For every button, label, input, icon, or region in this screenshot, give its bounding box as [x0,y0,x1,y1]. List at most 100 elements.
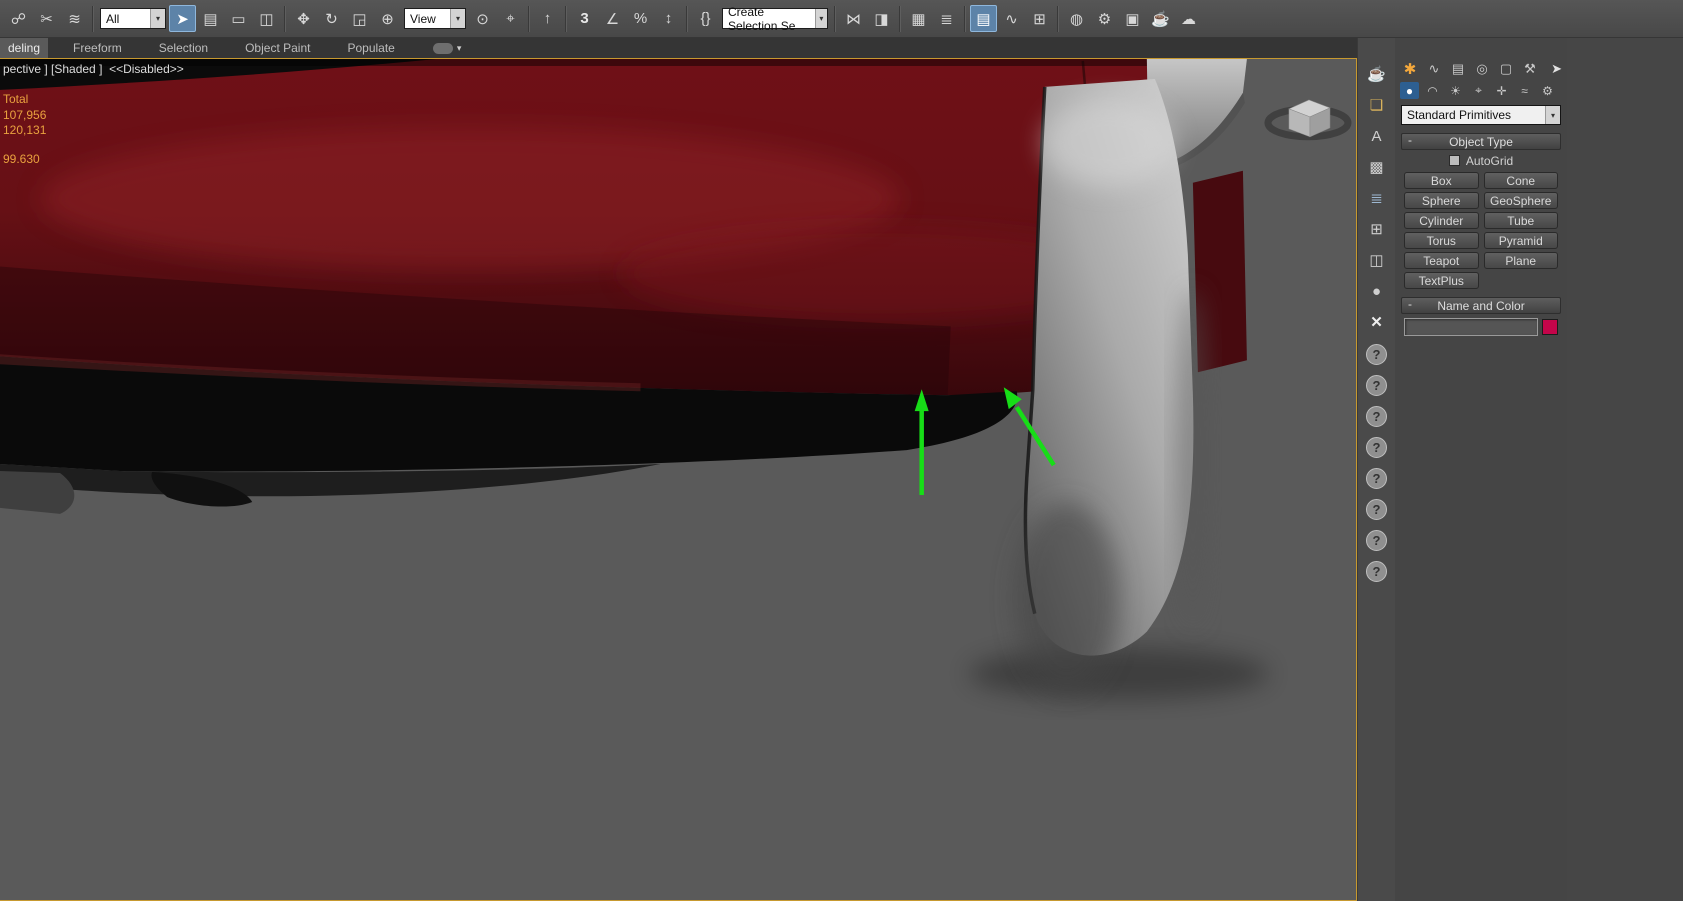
tab-object-paint[interactable]: Object Paint [240,38,315,58]
rollout-title: Object Type [1449,134,1513,149]
subtab-helpers[interactable]: ✛ [1492,82,1511,99]
selection-region-button[interactable]: ▭ [225,5,252,32]
object-color-swatch[interactable] [1542,319,1558,335]
spinner-snap-toggle[interactable]: ↕ [655,5,682,32]
object-type-rollout-body: AutoGrid Box Cone Sphere GeoSphere Cylin… [1401,150,1561,294]
help-icon[interactable]: ? [1366,375,1387,396]
torus-button[interactable]: Torus [1404,232,1479,249]
viewport-label[interactable]: pective ] [Shaded ] <<Disabled>> [3,62,184,76]
viewport-canvas[interactable] [0,59,1356,900]
tab-populate[interactable]: Populate [342,38,399,58]
pyramid-button[interactable]: Pyramid [1483,232,1558,249]
select-and-place-button[interactable]: ⊕ [374,5,401,32]
stats-fps-value: 99.630 [3,151,40,166]
plane-button[interactable]: Plane [1483,252,1558,269]
array-grid-icon[interactable]: ⊞ [1365,217,1389,241]
help-icon[interactable]: ? [1366,468,1387,489]
object-type-rollout-header[interactable]: - Object Type [1401,133,1561,150]
select-and-rotate-button[interactable]: ↻ [318,5,345,32]
perspective-viewport[interactable]: pective ] [Shaded ] <<Disabled>> Total 1… [0,58,1357,901]
percent-snap-toggle[interactable]: % [627,5,654,32]
ribbon-toggle-button[interactable]: ▤ [970,5,997,32]
use-center-button[interactable]: ⊙ [469,5,496,32]
selection-filter-dropdown[interactable]: All ▾ [100,8,166,29]
panel-arrow-icon[interactable]: ➤ [1551,61,1562,77]
tab-modify[interactable]: ∿ [1424,60,1444,78]
selection-set-combobox[interactable]: Create Selection Se ▾ [722,5,828,33]
name-and-color-rollout-header[interactable]: - Name and Color [1401,297,1561,314]
tab-motion[interactable]: ◎ [1472,60,1492,78]
primitive-category-dropdown[interactable]: Standard Primitives ▾ [1401,105,1561,125]
help-icon[interactable]: ? [1366,406,1387,427]
tab-modeling[interactable]: deling [0,38,49,58]
schematic-view-button[interactable]: ⊞ [1026,5,1053,32]
teapot-icon[interactable]: ☕ [1365,62,1389,86]
subtab-space-warps[interactable]: ≈ [1515,82,1534,99]
help-icon[interactable]: ? [1366,530,1387,551]
layer-manager-button[interactable]: ≣ [933,5,960,32]
ribbon-minimize-control[interactable]: ▾ [432,42,461,54]
object-name-input[interactable] [1404,318,1538,336]
curve-editor-button[interactable]: ∿ [998,5,1025,32]
material-editor-button[interactable]: ◍ [1063,5,1090,32]
checker-icon[interactable]: ▩ [1365,155,1389,179]
window-crossing-toggle[interactable]: ◫ [253,5,280,32]
textplus-button[interactable]: TextPlus [1404,272,1479,289]
named-selection-sets-button[interactable]: {} [692,5,719,32]
render-production-button[interactable]: ☕ [1147,5,1174,32]
delete-x-icon[interactable]: ✕ [1365,310,1389,334]
select-and-manipulate-button[interactable]: ⌖ [497,5,524,32]
layers-icon[interactable]: ≣ [1365,186,1389,210]
viewport-statistics: Total 107,956 120,131 99.630 [3,92,46,167]
tab-create[interactable]: ✱ [1400,60,1420,78]
group-objects-icon[interactable]: ◫ [1365,248,1389,272]
snap-toggle-button[interactable]: 3 [571,5,598,32]
scene-explorer-button[interactable]: ▦ [905,5,932,32]
unlink-selection-icon[interactable]: ✂ [33,5,60,32]
collapse-icon: - [1408,297,1412,311]
select-and-link-icon[interactable]: ☍ [5,5,32,32]
subtab-cameras[interactable]: ⌖ [1469,82,1488,99]
tube-button[interactable]: Tube [1483,212,1558,229]
keyboard-override-toggle[interactable]: ↑ [534,5,561,32]
help-icon[interactable]: ? [1366,344,1387,365]
sphere-icon[interactable]: ● [1365,279,1389,303]
geosphere-button[interactable]: GeoSphere [1483,192,1558,209]
help-icon[interactable]: ? [1366,437,1387,458]
toolbar-separator [899,5,901,32]
bind-to-space-warp-icon[interactable]: ≋ [61,5,88,32]
subtab-systems[interactable]: ⚙ [1538,82,1557,99]
sphere-button[interactable]: Sphere [1404,192,1479,209]
autogrid-checkbox[interactable] [1448,155,1460,166]
folder-icon[interactable]: ❏ [1365,93,1389,117]
subtab-shapes[interactable]: ◠ [1423,82,1442,99]
tab-utilities[interactable]: ⚒ [1520,60,1540,78]
tab-hierarchy[interactable]: ▤ [1448,60,1468,78]
tab-selection[interactable]: Selection [154,38,213,58]
subtab-geometry[interactable]: ● [1400,82,1419,99]
select-and-move-button[interactable]: ✥ [290,5,317,32]
align-letter-icon[interactable]: A [1365,124,1389,148]
name-and-color-rollout: - Name and Color [1401,297,1561,342]
chevron-down-icon: ▾ [450,9,465,28]
help-icon[interactable]: ? [1366,499,1387,520]
mirror-button[interactable]: ⋈ [840,5,867,32]
select-object-button[interactable]: ➤ [169,5,196,32]
tab-display[interactable]: ▢ [1496,60,1516,78]
box-button[interactable]: Box [1404,172,1479,189]
cone-button[interactable]: Cone [1483,172,1558,189]
help-icon[interactable]: ? [1366,561,1387,582]
render-in-cloud-button[interactable]: ☁ [1175,5,1202,32]
rendered-frame-window-button[interactable]: ▣ [1119,5,1146,32]
teapot-button[interactable]: Teapot [1404,252,1479,269]
subtab-lights[interactable]: ☀ [1446,82,1465,99]
render-setup-button[interactable]: ⚙ [1091,5,1118,32]
angle-snap-toggle[interactable]: ∠ [599,5,626,32]
align-button[interactable]: ◨ [868,5,895,32]
main-toolbar: ☍ ✂ ≋ All ▾ ➤ ▤ ▭ ◫ ✥ ↻ ◲ ⊕ View ▾ ⊙ ⌖ ↑… [0,0,1683,38]
cylinder-button[interactable]: Cylinder [1404,212,1479,229]
select-and-scale-button[interactable]: ◲ [346,5,373,32]
reference-coordinate-dropdown[interactable]: View ▾ [404,8,466,29]
select-by-name-button[interactable]: ▤ [197,5,224,32]
tab-freeform[interactable]: Freeform [68,38,127,58]
